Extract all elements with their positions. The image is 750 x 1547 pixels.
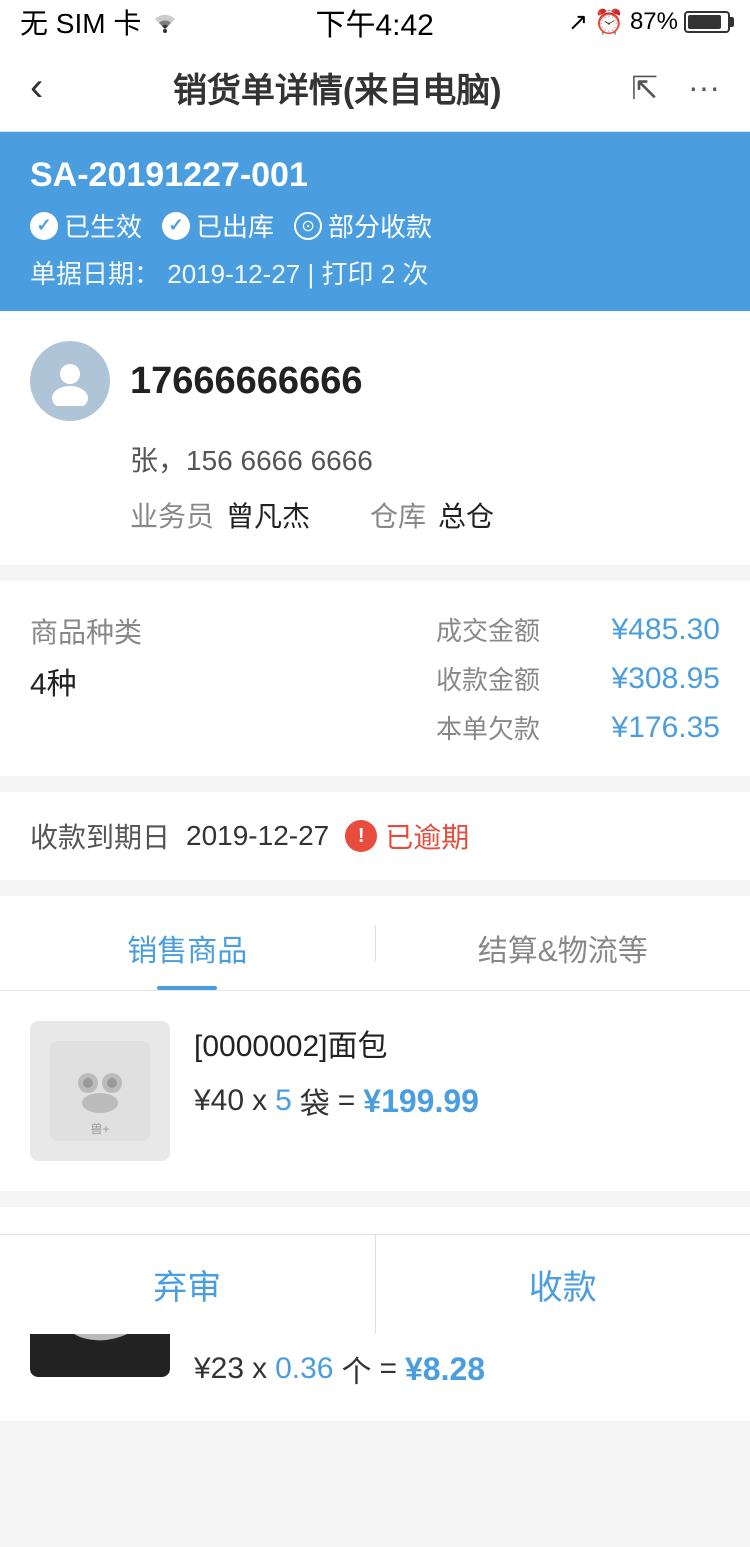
stats-section: 商品种类 4种 成交金额 ¥485.30 收款金额 ¥308.95 本单欠款 ¥… (0, 581, 750, 776)
header-badges: ✓ 已生效 ✓ 已出库 ⊙ 部分收款 (30, 207, 720, 244)
status-carrier: 无 SIM 卡 (20, 2, 181, 42)
product-thumb-1: 兽+ (30, 1021, 170, 1161)
nav-actions: ⇱ ··· (631, 69, 720, 107)
battery-icon (684, 11, 730, 33)
avatar-icon (45, 356, 95, 406)
product-name-1: [0000002]面包 (194, 1021, 720, 1065)
bottom-bar: 弃审 收款 (0, 1234, 750, 1334)
header-date: 单据日期： 2019-12-27 | 打印 2 次 (30, 254, 720, 291)
due-section: 收款到期日 2019-12-27 ! 已逾期 (0, 792, 750, 880)
check-icon-activated: ✓ (30, 212, 58, 240)
customer-row: 17666666666 (30, 341, 720, 421)
badge-activated: ✓ 已生效 (30, 207, 142, 244)
nav-bar: ‹ 销货单详情(来自电脑) ⇱ ··· (0, 44, 750, 132)
more-button[interactable]: ··· (688, 69, 720, 106)
check-icon-shipped: ✓ (162, 212, 190, 240)
badge-shipped: ✓ 已出库 (162, 207, 274, 244)
tabs-section: 销售商品 结算&物流等 (0, 896, 750, 991)
order-id: SA-20191227-001 (30, 156, 720, 195)
bottom-spacer (0, 1437, 750, 1547)
status-time: 下午4:42 (315, 0, 433, 44)
clock-icon: ⊙ (294, 212, 322, 240)
overdue-icon: ! (345, 820, 377, 852)
product-image-1: 兽+ (50, 1041, 150, 1141)
wifi-icon (149, 11, 181, 33)
share-button[interactable]: ⇱ (631, 69, 658, 107)
battery-percent: 87% (630, 8, 678, 36)
stats-received: 收款金额 ¥308.95 (436, 660, 720, 697)
status-right: ↗ ⏰ 87% (568, 8, 730, 37)
customer-id: 17666666666 (130, 360, 362, 403)
tab-sales-products[interactable]: 销售商品 (0, 896, 375, 990)
product-price-row-2: ¥23 x 0.36 个 = ¥8.28 (194, 1347, 720, 1391)
stats-right: 成交金额 ¥485.30 收款金额 ¥308.95 本单欠款 ¥176.35 (436, 611, 720, 746)
tab-settlement-logistics[interactable]: 结算&物流等 (376, 896, 750, 990)
avatar (30, 341, 110, 421)
customer-detail: 张，156 6666 6666 (30, 439, 720, 479)
product-info-1: [0000002]面包 ¥40 x 5 袋 = ¥199.99 (194, 1021, 720, 1123)
stats-amount: 成交金额 ¥485.30 (436, 611, 720, 648)
cancel-button[interactable]: 弃审 (0, 1235, 376, 1334)
status-bar: 无 SIM 卡 下午4:42 ↗ ⏰ 87% (0, 0, 750, 44)
tabs-row: 销售商品 结算&物流等 (0, 896, 750, 990)
overdue-badge: ! 已逾期 (345, 816, 469, 856)
customer-section: 17666666666 张，156 6666 6666 业务员 曾凡杰 仓库 总… (0, 311, 750, 565)
back-button[interactable]: ‹ (30, 65, 43, 110)
sales-person: 业务员 曾凡杰 (130, 495, 310, 535)
location-icon: ↗ (568, 8, 588, 37)
alarm-icon: ⏰ (594, 8, 624, 37)
product-card: 兽+ [0000002]面包 ¥40 x 5 袋 = ¥199.99 (0, 991, 750, 1191)
badge-partial-payment: ⊙ 部分收款 (294, 207, 432, 244)
product-price-row-1: ¥40 x 5 袋 = ¥199.99 (194, 1079, 720, 1123)
confirm-button[interactable]: 收款 (376, 1235, 750, 1334)
stats-left: 商品种类 4种 (30, 611, 142, 703)
stats-debt: 本单欠款 ¥176.35 (436, 709, 720, 746)
page-title: 销货单详情(来自电脑) (173, 63, 502, 112)
header-banner: SA-20191227-001 ✓ 已生效 ✓ 已出库 ⊙ 部分收款 单据日期：… (0, 132, 750, 311)
svg-text:兽+: 兽+ (90, 1122, 109, 1136)
carrier-text: 无 SIM 卡 (20, 2, 141, 42)
warehouse: 仓库 总仓 (370, 495, 494, 535)
customer-meta: 业务员 曾凡杰 仓库 总仓 (30, 495, 720, 535)
